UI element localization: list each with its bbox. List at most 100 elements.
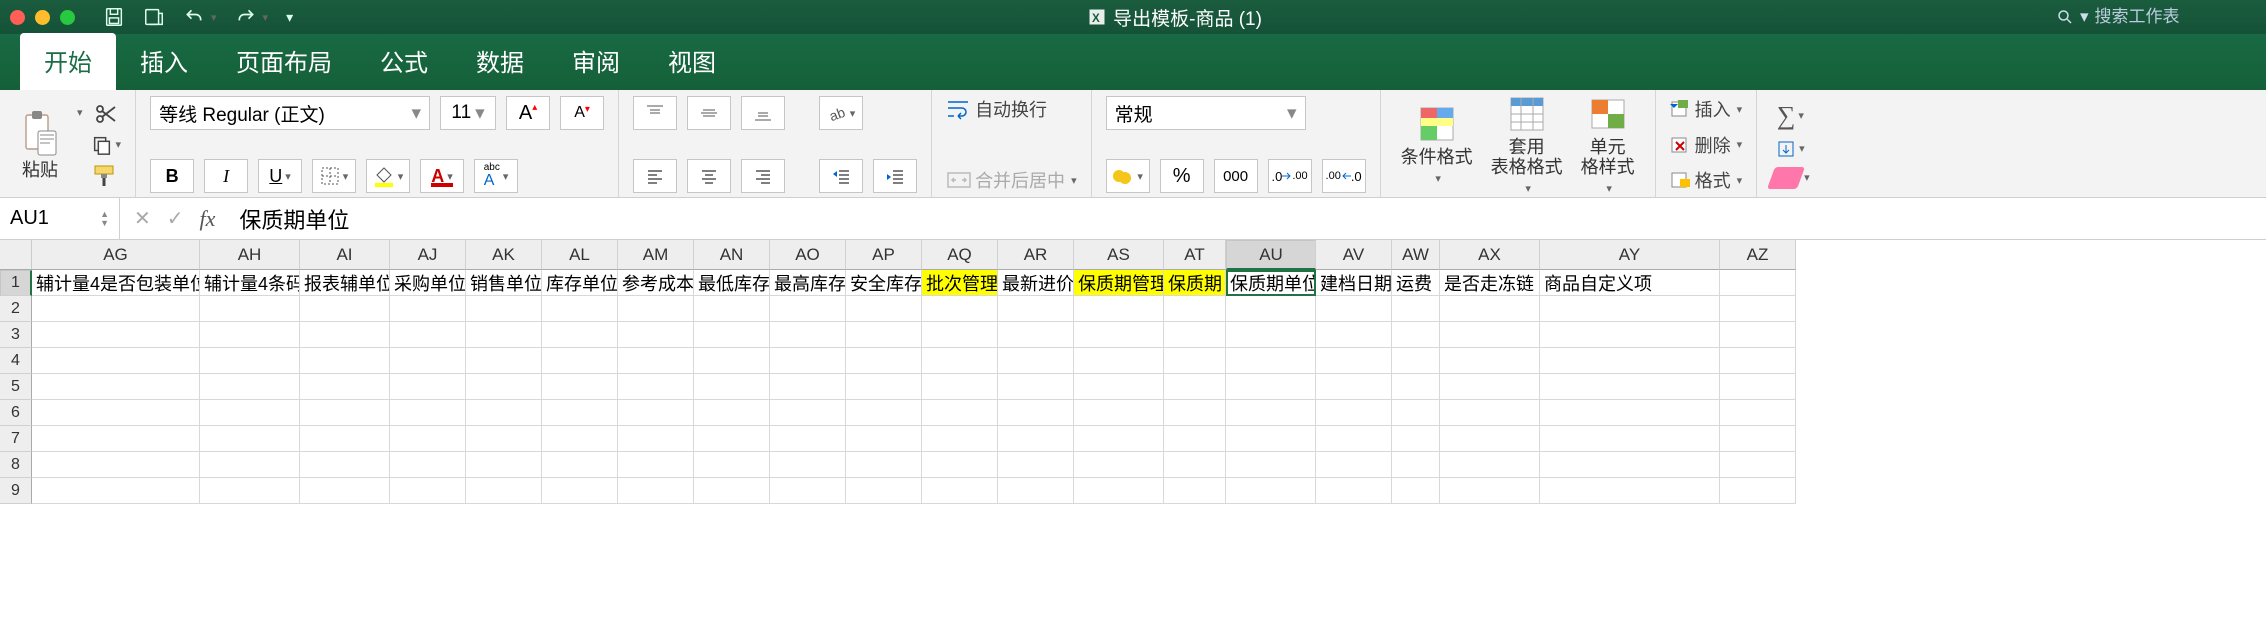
autosum-button[interactable]: ∑	[1777, 101, 1804, 131]
cell-AI3[interactable]	[300, 322, 390, 348]
cell-AK2[interactable]	[466, 296, 542, 322]
cell-AU8[interactable]	[1226, 452, 1316, 478]
cell-AH5[interactable]	[200, 374, 300, 400]
cell-AK4[interactable]	[466, 348, 542, 374]
cell-AG3[interactable]	[32, 322, 200, 348]
cell-AL4[interactable]	[542, 348, 618, 374]
cell-AI9[interactable]	[300, 478, 390, 504]
cell-AU9[interactable]	[1226, 478, 1316, 504]
column-header-AQ[interactable]: AQ	[922, 240, 998, 270]
increase-indent-button[interactable]	[873, 159, 917, 193]
formula-input[interactable]	[229, 206, 2266, 232]
select-all-corner[interactable]	[0, 240, 32, 270]
align-left-button[interactable]	[633, 159, 677, 193]
cell-AG5[interactable]	[32, 374, 200, 400]
cell-AK6[interactable]	[466, 400, 542, 426]
cell-AR5[interactable]	[998, 374, 1074, 400]
cell-AP9[interactable]	[846, 478, 922, 504]
cell-AT7[interactable]	[1164, 426, 1226, 452]
cell-AV6[interactable]	[1316, 400, 1392, 426]
cell-AT6[interactable]	[1164, 400, 1226, 426]
decrease-decimal-button[interactable]: .00.0	[1322, 159, 1366, 193]
cell-AI4[interactable]	[300, 348, 390, 374]
fill-button[interactable]	[1776, 139, 1805, 159]
cell-AH9[interactable]	[200, 478, 300, 504]
cell-AZ1[interactable]	[1720, 270, 1796, 296]
cell-AR3[interactable]	[998, 322, 1074, 348]
cell-AU1[interactable]: 保质期单位	[1226, 270, 1316, 296]
italic-button[interactable]: I	[204, 159, 248, 193]
merge-center-button[interactable]: 合并后居中	[946, 167, 1077, 193]
phonetic-button[interactable]: abcA	[474, 159, 518, 193]
cell-AW7[interactable]	[1392, 426, 1440, 452]
cell-AO3[interactable]	[770, 322, 846, 348]
row-header-1[interactable]: 1	[0, 270, 32, 296]
cell-AY7[interactable]	[1540, 426, 1720, 452]
wrap-text-button[interactable]: 自动换行	[946, 96, 1077, 122]
cell-AW2[interactable]	[1392, 296, 1440, 322]
cell-AJ4[interactable]	[390, 348, 466, 374]
column-header-AU[interactable]: AU	[1226, 240, 1316, 270]
cell-AK9[interactable]	[466, 478, 542, 504]
insert-cells-button[interactable]: 插入	[1670, 96, 1743, 122]
tab-开始[interactable]: 开始	[20, 33, 116, 90]
cell-AH6[interactable]	[200, 400, 300, 426]
paste-dropdown[interactable]	[74, 106, 83, 119]
cell-AN2[interactable]	[694, 296, 770, 322]
cell-AY4[interactable]	[1540, 348, 1720, 374]
undo-button[interactable]	[183, 7, 217, 27]
cell-AY1[interactable]: 商品自定义项	[1540, 270, 1720, 296]
cell-AP7[interactable]	[846, 426, 922, 452]
cell-AW6[interactable]	[1392, 400, 1440, 426]
cell-AV7[interactable]	[1316, 426, 1392, 452]
search-input[interactable]	[2095, 7, 2235, 27]
column-header-AI[interactable]: AI	[300, 240, 390, 270]
tab-数据[interactable]: 数据	[452, 33, 548, 90]
row-header-5[interactable]: 5	[0, 374, 32, 400]
cell-AR4[interactable]	[998, 348, 1074, 374]
align-top-button[interactable]	[633, 96, 677, 130]
cell-AJ3[interactable]	[390, 322, 466, 348]
column-header-AO[interactable]: AO	[770, 240, 846, 270]
increase-font-button[interactable]: A▴	[506, 96, 550, 130]
font-color-button[interactable]: A	[420, 159, 464, 193]
format-as-table-button[interactable]: 套用 表格格式	[1485, 94, 1569, 195]
cell-AR9[interactable]	[998, 478, 1074, 504]
cell-AM8[interactable]	[618, 452, 694, 478]
cell-AT8[interactable]	[1164, 452, 1226, 478]
cell-AS9[interactable]	[1074, 478, 1164, 504]
cell-AO8[interactable]	[770, 452, 846, 478]
cell-AR2[interactable]	[998, 296, 1074, 322]
maximize-window-button[interactable]	[60, 10, 75, 25]
cell-AQ5[interactable]	[922, 374, 998, 400]
cell-AO2[interactable]	[770, 296, 846, 322]
cell-AY3[interactable]	[1540, 322, 1720, 348]
format-painter-button[interactable]	[93, 164, 119, 188]
cell-AZ9[interactable]	[1720, 478, 1796, 504]
cell-AI5[interactable]	[300, 374, 390, 400]
row-header-8[interactable]: 8	[0, 452, 32, 478]
cell-AX2[interactable]	[1440, 296, 1540, 322]
cell-AO7[interactable]	[770, 426, 846, 452]
cell-AP3[interactable]	[846, 322, 922, 348]
cell-AS6[interactable]	[1074, 400, 1164, 426]
cell-AI7[interactable]	[300, 426, 390, 452]
row-header-4[interactable]: 4	[0, 348, 32, 374]
cell-AL1[interactable]: 库存单位	[542, 270, 618, 296]
cell-AN8[interactable]	[694, 452, 770, 478]
cancel-formula-button[interactable]: ✕	[134, 206, 151, 231]
cell-AW9[interactable]	[1392, 478, 1440, 504]
cell-AO1[interactable]: 最高库存	[770, 270, 846, 296]
cell-AP6[interactable]	[846, 400, 922, 426]
column-header-AP[interactable]: AP	[846, 240, 922, 270]
percent-button[interactable]: %	[1160, 159, 1204, 193]
align-middle-button[interactable]	[687, 96, 731, 130]
align-bottom-button[interactable]	[741, 96, 785, 130]
cell-AI8[interactable]	[300, 452, 390, 478]
cell-AQ2[interactable]	[922, 296, 998, 322]
cell-AQ8[interactable]	[922, 452, 998, 478]
cell-AP2[interactable]	[846, 296, 922, 322]
cell-AN4[interactable]	[694, 348, 770, 374]
cell-AS2[interactable]	[1074, 296, 1164, 322]
cell-AQ1[interactable]: 批次管理	[922, 270, 998, 296]
